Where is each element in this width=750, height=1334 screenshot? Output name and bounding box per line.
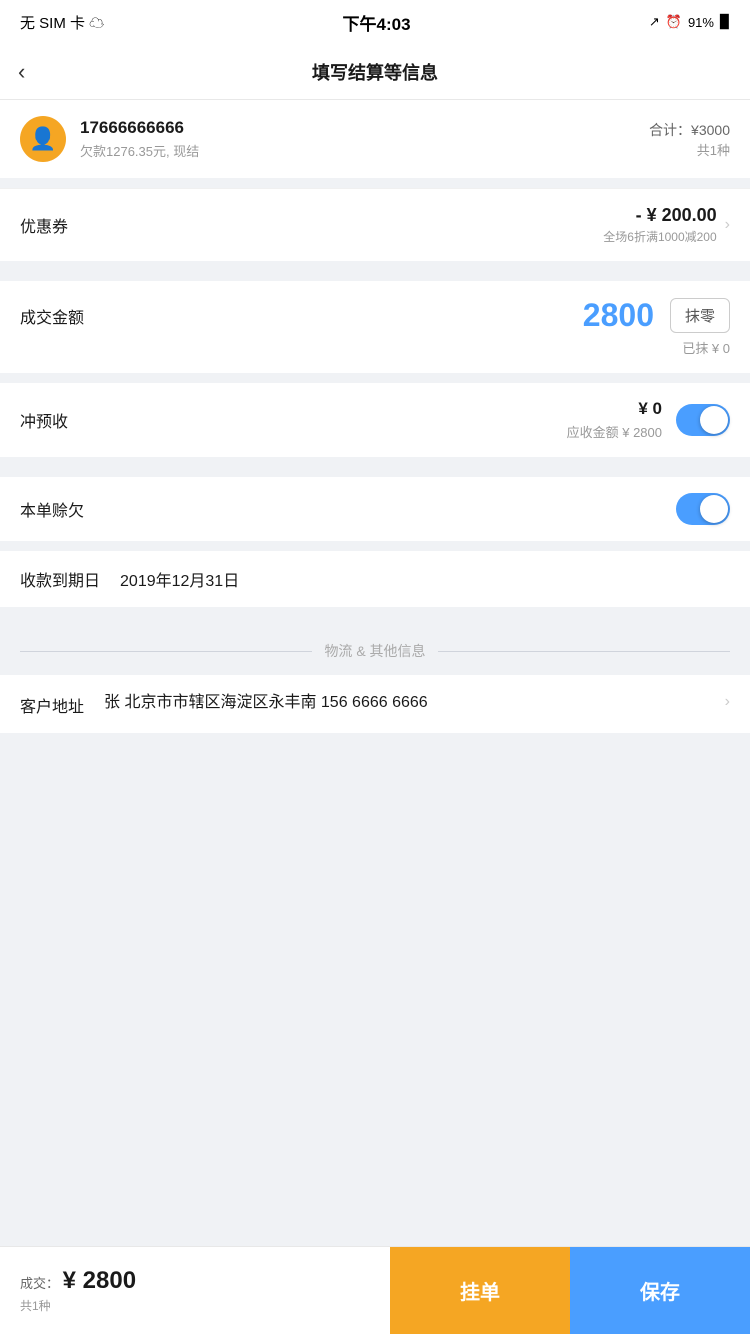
avatar: 👤 [20, 116, 66, 162]
battery-label: 91% [688, 15, 714, 30]
bottom-deal-label: 成交： ¥ 2800 [20, 1267, 370, 1295]
due-date-section: 收款到期日 2019年12月31日 [0, 551, 750, 607]
total-label: 合计：¥3000 [649, 120, 730, 140]
customer-section: 👤 17666666666 欠款1276.35元, 现结 合计：¥3000 共1… [0, 100, 750, 178]
customer-right: 合计：¥3000 共1种 [649, 120, 730, 159]
status-left: 无 SIM 卡 ☁ [20, 12, 104, 33]
location-icon: ↗ [649, 14, 660, 30]
prepay-toggle[interactable] [676, 404, 730, 436]
nav-bar: ‹ 填写结算等信息 [0, 44, 750, 100]
bottom-count: 共1种 [20, 1297, 370, 1314]
due-date-value: 2019年12月31日 [120, 567, 239, 591]
prepay-sub: 应收金额 ¥ 2800 [567, 422, 662, 441]
deal-amount-right: 2800 抹零 [583, 297, 730, 334]
coupon-right: - ¥ 200.00 全场6折满1000减200 › [603, 205, 730, 245]
round-button[interactable]: 抹零 [670, 298, 730, 333]
pending-button[interactable]: 挂单 [390, 1247, 570, 1334]
customer-phone: 17666666666 [80, 118, 199, 138]
prepay-row: 冲预收 ¥ 0 应收金额 ¥ 2800 [20, 399, 730, 441]
coupon-label: 优惠券 [20, 213, 68, 237]
prepay-amount: ¥ 0 [567, 399, 662, 419]
status-right: ↗ ⏰ 91% ▉ [649, 14, 730, 30]
customer-debt: 欠款1276.35元, 现结 [80, 141, 199, 160]
nav-title: 填写结算等信息 [312, 59, 438, 85]
deal-label-text: 成交： [20, 1276, 59, 1291]
sim-label: 无 SIM 卡 ☁ [20, 12, 104, 33]
prepay-right: ¥ 0 应收金额 ¥ 2800 [567, 399, 730, 441]
deal-amount-section: 成交金额 2800 抹零 已抹 ¥ 0 [0, 281, 750, 373]
prepay-toggle-knob [700, 406, 728, 434]
prepay-values: ¥ 0 应收金额 ¥ 2800 [567, 399, 662, 441]
due-date-label: 收款到期日 [20, 567, 100, 591]
logistics-line-left [20, 651, 312, 652]
debt-toggle-knob [700, 495, 728, 523]
status-time: 下午4:03 [343, 10, 411, 35]
due-date-row: 收款到期日 2019年12月31日 [20, 567, 730, 591]
separator-1 [0, 271, 750, 281]
coupon-desc: 全场6折满1000减200 [603, 228, 716, 245]
bottom-actions: 挂单 保存 [390, 1247, 750, 1334]
separator-3 [0, 617, 750, 627]
prepay-section: 冲预收 ¥ 0 应收金额 ¥ 2800 [0, 383, 750, 457]
deal-amount-row: 成交金额 2800 抹零 [20, 297, 730, 334]
debt-row: 本单赊欠 [20, 493, 730, 525]
address-row: 客户地址 张 北京市市辖区海淀区永丰南 156 6666 6666 › [20, 691, 730, 717]
prepay-label: 冲预收 [20, 408, 68, 432]
coupon-chevron-icon: › [725, 216, 730, 234]
deal-amount-label: 成交金额 [20, 304, 84, 328]
coupon-amount: - ¥ 200.00 [603, 205, 716, 226]
debt-toggle[interactable] [676, 493, 730, 525]
bottom-space [0, 743, 750, 763]
back-button[interactable]: ‹ [18, 59, 25, 85]
address-label: 客户地址 [20, 691, 84, 717]
logistics-title: 物流 & 其他信息 [324, 641, 425, 661]
coupon-section[interactable]: 优惠券 - ¥ 200.00 全场6折满1000减200 › [0, 188, 750, 261]
deal-amount-value: 2800 [583, 297, 654, 334]
debt-section: 本单赊欠 [0, 477, 750, 541]
clock-icon: ⏰ [666, 14, 682, 30]
address-section[interactable]: 客户地址 张 北京市市辖区海淀区永丰南 156 6666 6666 › [0, 675, 750, 733]
logistics-line-right [438, 651, 730, 652]
status-bar: 无 SIM 卡 ☁ 下午4:03 ↗ ⏰ 91% ▉ [0, 0, 750, 44]
address-value: 张 北京市市辖区海淀区永丰南 156 6666 6666 [104, 691, 715, 715]
bottom-bar: 成交： ¥ 2800 共1种 挂单 保存 [0, 1246, 750, 1334]
bottom-amount: ¥ 2800 [63, 1267, 136, 1294]
content: 👤 17666666666 欠款1276.35元, 现结 合计：¥3000 共1… [0, 100, 750, 853]
coupon-info: - ¥ 200.00 全场6折满1000减200 [603, 205, 716, 245]
separator-2 [0, 467, 750, 477]
deal-amount-sub: 已抹 ¥ 0 [20, 338, 730, 357]
address-chevron-icon: › [725, 691, 730, 711]
battery-icon: ▉ [720, 14, 730, 30]
total-count: 共1种 [649, 140, 730, 159]
bottom-info: 成交： ¥ 2800 共1种 [0, 1267, 390, 1314]
customer-info: 17666666666 欠款1276.35元, 现结 [80, 118, 199, 160]
debt-label: 本单赊欠 [20, 497, 84, 521]
save-button[interactable]: 保存 [570, 1247, 750, 1334]
logistics-header: 物流 & 其他信息 [0, 627, 750, 675]
customer-left: 👤 17666666666 欠款1276.35元, 现结 [20, 116, 199, 162]
